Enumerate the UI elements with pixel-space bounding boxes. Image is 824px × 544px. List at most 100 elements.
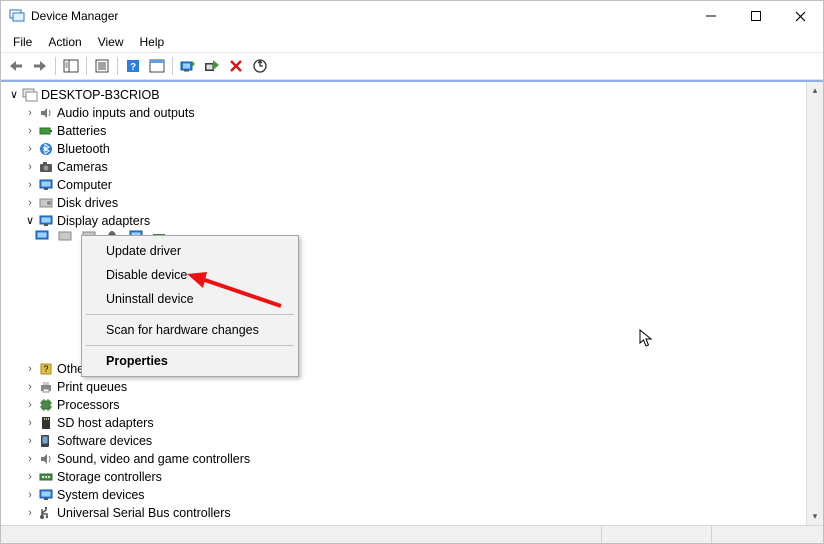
toolbar-separator <box>86 57 87 75</box>
scroll-down-button[interactable]: ▾ <box>807 508 823 525</box>
category-label: Cameras <box>57 158 114 176</box>
category-system-devices[interactable]: › System devices <box>3 486 805 504</box>
expand-icon[interactable]: › <box>23 196 37 210</box>
close-button[interactable] <box>778 1 823 31</box>
menu-view[interactable]: View <box>90 33 132 51</box>
audio-icon <box>38 105 54 121</box>
category-label: Disk drives <box>57 194 124 212</box>
expand-icon[interactable]: › <box>23 452 37 466</box>
expand-icon[interactable]: › <box>23 380 37 394</box>
back-button[interactable] <box>5 55 27 77</box>
enable-device-button[interactable] <box>201 55 223 77</box>
ctx-uninstall-device[interactable]: Uninstall device <box>84 287 296 311</box>
show-hide-console-tree-button[interactable] <box>60 55 82 77</box>
menu-action[interactable]: Action <box>40 33 89 51</box>
menu-bar: File Action View Help <box>1 31 823 52</box>
category-storage-controllers[interactable]: › Storage controllers <box>3 468 805 486</box>
category-bluetooth[interactable]: › Bluetooth <box>3 140 805 158</box>
expand-icon[interactable]: › <box>23 488 37 502</box>
category-label: Audio inputs and outputs <box>57 104 201 122</box>
system-device-icon <box>38 487 54 503</box>
ctx-disable-device[interactable]: Disable device <box>84 263 296 287</box>
context-menu: Update driver Disable device Uninstall d… <box>81 235 299 377</box>
expand-icon[interactable]: › <box>23 506 37 520</box>
device-icon <box>34 228 50 244</box>
mouse-cursor-icon <box>639 329 655 349</box>
category-label: System devices <box>57 486 151 504</box>
vertical-scrollbar[interactable]: ▴ ▾ <box>806 82 823 525</box>
svg-text:?: ? <box>130 62 136 73</box>
category-audio[interactable]: › Audio inputs and outputs <box>3 104 805 122</box>
category-label: Print queues <box>57 378 133 396</box>
category-label: Batteries <box>57 122 112 140</box>
window-title: Device Manager <box>31 9 118 23</box>
category-label: Sound, video and game controllers <box>57 450 256 468</box>
scan-hardware-changes-button[interactable] <box>249 55 271 77</box>
software-device-icon <box>38 433 54 449</box>
uninstall-device-button[interactable] <box>225 55 247 77</box>
category-label: Software devices <box>57 432 158 450</box>
ctx-item-label: Update driver <box>106 244 181 258</box>
ctx-item-label: Uninstall device <box>106 292 194 306</box>
disk-icon <box>38 195 54 211</box>
menu-file[interactable]: File <box>5 33 40 51</box>
svg-text:?: ? <box>43 364 48 374</box>
root-node[interactable]: ∨ DESKTOP-B3CRIOB <box>3 86 805 104</box>
category-label: SD host adapters <box>57 414 160 432</box>
expand-icon[interactable]: › <box>23 178 37 192</box>
expand-icon[interactable]: ∨ <box>7 88 21 102</box>
expand-icon[interactable]: › <box>23 160 37 174</box>
battery-icon <box>38 123 54 139</box>
category-print-queues[interactable]: › Print queues <box>3 378 805 396</box>
cpu-icon <box>38 397 54 413</box>
maximize-button[interactable] <box>733 1 778 31</box>
toolbar-separator <box>55 57 56 75</box>
category-processors[interactable]: › Processors <box>3 396 805 414</box>
expand-icon[interactable]: › <box>23 142 37 156</box>
bluetooth-icon <box>38 141 54 157</box>
category-label: Processors <box>57 396 126 414</box>
category-disk-drives[interactable]: › Disk drives <box>3 194 805 212</box>
root-label: DESKTOP-B3CRIOB <box>41 86 166 104</box>
toolbar-separator <box>172 57 173 75</box>
menu-help[interactable]: Help <box>132 33 173 51</box>
update-driver-button[interactable] <box>177 55 199 77</box>
category-sound-video-game-controllers[interactable]: › Sound, video and game controllers <box>3 450 805 468</box>
category-sd-host-adapters[interactable]: › SD host adapters <box>3 414 805 432</box>
other-devices-icon: ? <box>38 361 54 377</box>
usb-icon <box>38 505 54 521</box>
scroll-up-button[interactable]: ▴ <box>807 82 823 99</box>
expand-icon[interactable]: › <box>23 362 37 376</box>
ctx-separator <box>86 345 294 346</box>
ctx-item-label: Properties <box>106 354 168 368</box>
help-button[interactable]: ? <box>122 55 144 77</box>
forward-button[interactable] <box>29 55 51 77</box>
expand-icon[interactable]: › <box>23 398 37 412</box>
expand-icon[interactable]: › <box>23 416 37 430</box>
action-button[interactable] <box>146 55 168 77</box>
category-cameras[interactable]: › Cameras <box>3 158 805 176</box>
ctx-scan-hardware[interactable]: Scan for hardware changes <box>84 318 296 342</box>
storage-controller-icon <box>38 469 54 485</box>
category-usb-controllers[interactable]: › Universal Serial Bus controllers <box>3 504 805 522</box>
expand-icon[interactable]: › <box>23 434 37 448</box>
minimize-button[interactable] <box>688 1 733 31</box>
expand-icon[interactable]: › <box>23 106 37 120</box>
properties-button[interactable] <box>91 55 113 77</box>
printer-icon <box>38 379 54 395</box>
ctx-update-driver[interactable]: Update driver <box>84 239 296 263</box>
category-batteries[interactable]: › Batteries <box>3 122 805 140</box>
expand-icon[interactable]: › <box>23 470 37 484</box>
expand-icon[interactable]: › <box>23 124 37 138</box>
collapse-icon[interactable]: ∨ <box>23 214 37 228</box>
status-bar <box>1 525 823 543</box>
monitor-icon <box>38 177 54 193</box>
ctx-properties[interactable]: Properties <box>84 349 296 373</box>
sound-icon <box>38 451 54 467</box>
category-computer[interactable]: › Computer <box>3 176 805 194</box>
category-software-devices[interactable]: › Software devices <box>3 432 805 450</box>
category-label: Bluetooth <box>57 140 116 158</box>
device-icon <box>57 228 73 244</box>
app-icon <box>9 8 25 24</box>
title-bar: Device Manager <box>1 1 823 31</box>
